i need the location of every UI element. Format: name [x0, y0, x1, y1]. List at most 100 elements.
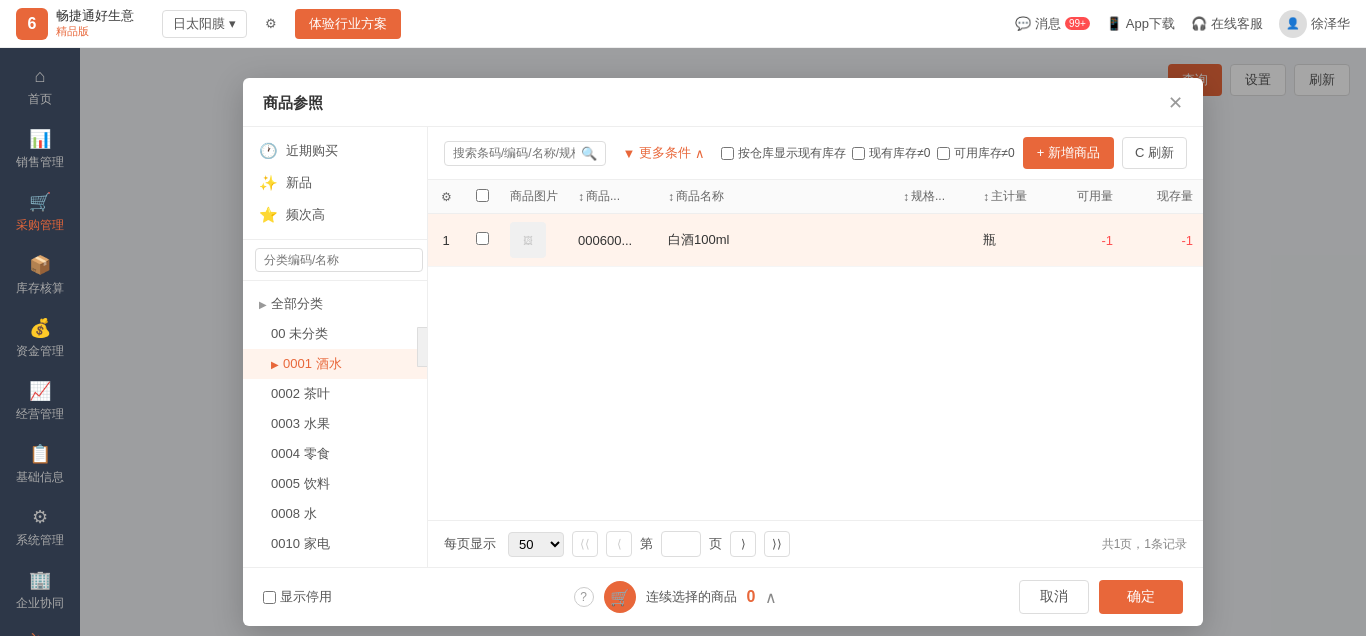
main-layout: ⌂ 首页 📊 销售管理 🛒 采购管理 📦 库存核算 💰 资金管理 📈 经营管理 …: [0, 48, 1366, 636]
logo-icon: 6: [16, 8, 48, 40]
inventory-icon: 📦: [29, 254, 51, 276]
tree-item-wine[interactable]: ▶ 0001 酒水: [243, 349, 427, 379]
sidebar-item-inventory[interactable]: 📦 库存核算: [0, 244, 80, 307]
row-code: 000600...: [568, 214, 658, 267]
tree-item-uncat[interactable]: 00 未分类: [243, 319, 427, 349]
product-search-input[interactable]: [453, 146, 575, 160]
checkbox-avail-nonzero-input[interactable]: [937, 147, 950, 160]
operations-icon: 📈: [29, 380, 51, 402]
cart-label: 连续选择的商品: [646, 588, 737, 606]
left-panel: 🕐 近期购买 ✨ 新品 ⭐ 频次高: [243, 127, 428, 567]
category-search-input[interactable]: [255, 248, 423, 272]
th-code: ↕ 商品...: [568, 180, 658, 214]
modal-footer: 显示停用 ? 🛒 连续选择的商品 0 ∧ 取消 确定: [243, 567, 1203, 626]
last-page-button[interactable]: ⟩⟩: [764, 531, 790, 557]
left-panel-collapse-button[interactable]: 《: [417, 327, 428, 367]
modal-title: 商品参照: [263, 94, 323, 113]
checkbox-stock-nonzero[interactable]: 现有库存≠0: [852, 145, 930, 162]
toolbar: 🔍 ▼ 更多条件 ∧ 按仓库显示现有库存: [428, 127, 1203, 180]
headset-icon: 🎧: [1191, 16, 1207, 31]
checkbox-avail-nonzero[interactable]: 可用库存≠0: [937, 145, 1015, 162]
page-number-input[interactable]: 1: [661, 531, 701, 557]
filter-button[interactable]: ▼ 更多条件 ∧: [614, 140, 713, 166]
sidebar-item-operations[interactable]: 📈 经营管理: [0, 370, 80, 433]
product-search-icon[interactable]: 🔍: [581, 146, 597, 161]
user-nav-item[interactable]: 👤 徐泽华: [1279, 10, 1350, 38]
tab-new-products[interactable]: ✨ 新品: [243, 167, 427, 199]
tree-item-water[interactable]: 0008 水: [243, 499, 427, 529]
tab-recent-purchase[interactable]: 🕐 近期购买: [243, 135, 427, 167]
service-nav-item[interactable]: 🎧 在线客服: [1191, 15, 1263, 33]
add-product-button[interactable]: + 新增商品: [1023, 137, 1114, 169]
sidebar-item-home[interactable]: ⌂ 首页: [0, 56, 80, 118]
messages-nav-item[interactable]: 💬 消息 99+: [1015, 15, 1090, 33]
column-settings-icon[interactable]: ⚙: [441, 190, 452, 204]
settings-icon[interactable]: ⚙: [255, 8, 287, 40]
page-label: 第: [640, 535, 653, 553]
th-checkbox: [464, 180, 500, 214]
prev-page-button[interactable]: ⟨: [606, 531, 632, 557]
th-stock: 现存量: [1123, 180, 1203, 214]
tree-item-appliance[interactable]: 0010 家电: [243, 529, 427, 559]
app-subtitle: 精品版: [56, 24, 134, 39]
pagination: 每页显示 50 10 20 100 ⟨⟨ ⟨ 第 1 页: [428, 520, 1203, 567]
sidebar-item-sales[interactable]: 📊 销售管理: [0, 118, 80, 181]
finance-icon: 💰: [29, 317, 51, 339]
th-avail: 可用量: [1043, 180, 1123, 214]
next-page-button[interactable]: ⟩: [730, 531, 756, 557]
checkbox-by-warehouse[interactable]: 按仓库显示现有库存: [721, 145, 846, 162]
th-image: 商品图片: [500, 180, 568, 214]
checkbox-stock-nonzero-input[interactable]: [852, 147, 865, 160]
sales-icon: 📊: [29, 128, 51, 150]
tab-frequent[interactable]: ⭐ 频次高: [243, 199, 427, 231]
row-image-cell: 🖼: [500, 214, 568, 267]
filter-chevron-icon: ∧: [695, 146, 705, 161]
nav-dropdown[interactable]: 日太阳膜 ▾: [162, 10, 247, 38]
help-icon-button[interactable]: ?: [574, 587, 594, 607]
first-page-button[interactable]: ⟨⟨: [572, 531, 598, 557]
sidebar-item-collab[interactable]: 🏢 企业协同: [0, 559, 80, 622]
basic-icon: 📋: [29, 443, 51, 465]
tree-arrow-all: ▶: [259, 299, 267, 310]
sidebar-item-guide[interactable]: 🔖 新手引导: [0, 622, 80, 636]
show-disabled-checkbox[interactable]: [263, 591, 276, 604]
footer-right: 取消 确定: [1019, 580, 1183, 614]
tree-item-fruit[interactable]: 0003 水果: [243, 409, 427, 439]
logo-area: 6 畅捷通好生意 精品版: [16, 8, 146, 40]
select-all-checkbox[interactable]: [476, 189, 489, 202]
sidebar-item-basic[interactable]: 📋 基础信息: [0, 433, 80, 496]
system-icon: ⚙: [32, 506, 48, 528]
tree-item-all[interactable]: ▶ 全部分类: [243, 289, 427, 319]
product-table-area: ⚙ 商品图片: [428, 180, 1203, 520]
product-search-box[interactable]: 🔍: [444, 141, 606, 166]
th-settings: ⚙: [428, 180, 464, 214]
mobile-icon: 📱: [1106, 16, 1122, 31]
sidebar-item-finance[interactable]: 💰 资金管理: [0, 307, 80, 370]
cart-count: 0: [747, 588, 756, 606]
checkbox-by-warehouse-input[interactable]: [721, 147, 734, 160]
tree-item-drink[interactable]: 0005 饮料: [243, 469, 427, 499]
tree-item-tea[interactable]: 0002 茶叶: [243, 379, 427, 409]
row-spec: [893, 214, 973, 267]
sort-icon-unit: ↕: [983, 190, 989, 204]
cancel-button[interactable]: 取消: [1019, 580, 1089, 614]
sidebar-item-system[interactable]: ⚙ 系统管理: [0, 496, 80, 559]
product-thumbnail: 🖼: [510, 222, 546, 258]
table-row[interactable]: 1 🖼: [428, 214, 1203, 267]
home-icon: ⌂: [35, 66, 46, 87]
tree-item-snack[interactable]: 0004 零食: [243, 439, 427, 469]
filter-icon: ▼: [622, 146, 635, 161]
modal-close-button[interactable]: ✕: [1168, 92, 1183, 114]
cart-icon-button[interactable]: 🛒: [604, 581, 636, 613]
confirm-button[interactable]: 确定: [1099, 580, 1183, 614]
sidebar-item-purchase[interactable]: 🛒 采购管理: [0, 181, 80, 244]
experience-button[interactable]: 体验行业方案: [295, 9, 401, 39]
modal-body: 🕐 近期购买 ✨ 新品 ⭐ 频次高: [243, 127, 1203, 567]
collapse-up-icon[interactable]: ∧: [765, 588, 777, 607]
row-checkbox[interactable]: [476, 232, 489, 245]
show-disabled-checkbox-label[interactable]: 显示停用: [263, 588, 332, 606]
refresh-button[interactable]: C 刷新: [1122, 137, 1187, 169]
page-size-select[interactable]: 50 10 20 100: [508, 532, 564, 557]
recent-icon: 🕐: [259, 142, 278, 160]
app-download-nav-item[interactable]: 📱 App下载: [1106, 15, 1175, 33]
